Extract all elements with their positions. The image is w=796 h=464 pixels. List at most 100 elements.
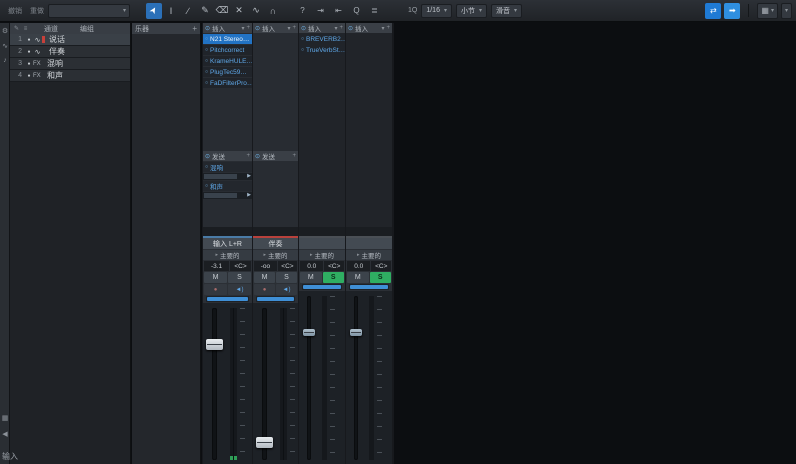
add-send-button[interactable]: + <box>246 153 250 159</box>
monitor-button[interactable]: ◄) <box>228 284 251 295</box>
channel-name[interactable]: 伴奏 <box>253 238 298 249</box>
output-assignment[interactable]: ▸ 主要的 <box>299 250 345 260</box>
autoscroll-button[interactable]: ⇥ <box>313 3 328 18</box>
range-tool-button[interactable]: I <box>163 3 179 19</box>
gain-readout[interactable]: -oo <box>254 261 277 271</box>
track-name[interactable]: 和声 <box>47 70 63 81</box>
mute-button[interactable]: M <box>300 272 322 283</box>
quantize-toggle-button[interactable]: Q <box>349 3 364 18</box>
input-section-tab[interactable]: 输入 <box>2 451 18 462</box>
grid-mode-dropdown[interactable]: 小节 ▾ <box>455 3 487 18</box>
mute-button[interactable]: M <box>347 272 369 283</box>
solo-button[interactable]: S <box>276 272 297 283</box>
pencil-tool-button[interactable]: ✎ <box>197 3 213 19</box>
track-name[interactable]: 伴奏 <box>49 46 65 57</box>
solo-button[interactable]: S <box>228 272 251 283</box>
macro-dropdown[interactable]: ▾ <box>48 3 130 18</box>
send-slot[interactable]: ○ 混响 <box>203 162 252 172</box>
power-icon[interactable]: ○ <box>205 47 208 53</box>
audio-rail-button[interactable]: ∿ <box>0 42 10 50</box>
collapse-rail-button[interactable]: ◀ <box>0 430 10 438</box>
track-row[interactable]: 4 ● FX 和声 <box>10 70 130 82</box>
mute-button[interactable]: M <box>204 272 227 283</box>
chevron-down-icon[interactable]: ▾ <box>287 25 290 32</box>
fader-handle[interactable] <box>303 329 315 336</box>
gain-readout[interactable]: -3.1 <box>204 261 230 271</box>
fader-handle[interactable] <box>350 329 362 336</box>
power-icon[interactable]: ○ <box>205 183 208 189</box>
solo-button[interactable]: S <box>322 272 344 283</box>
channel-name[interactable]: 输入 L+R <box>203 238 252 249</box>
send-prepost-icon[interactable]: ▶ <box>247 192 251 198</box>
output-assignment[interactable]: ▸ 主要的 <box>346 250 392 260</box>
sends-header[interactable]: ⊙ 发送 + <box>203 151 252 161</box>
insert-slot[interactable]: ○ TrueVerbSt… <box>299 45 345 55</box>
pan-slider[interactable] <box>302 284 342 290</box>
fader-handle[interactable] <box>206 339 223 350</box>
power-icon[interactable]: ○ <box>205 36 208 42</box>
send-level-slider[interactable]: ▶ <box>203 173 252 180</box>
power-icon[interactable]: ○ <box>301 47 304 53</box>
pan-readout[interactable]: <C> <box>230 261 251 271</box>
fader-handle[interactable] <box>256 437 273 448</box>
sends-header[interactable]: ⊙ 发送 + <box>253 151 298 161</box>
inserts-header[interactable]: ⊙ 插入 ▾ + <box>346 23 392 33</box>
pan-slider[interactable] <box>349 284 389 290</box>
monitor-button[interactable]: ◄) <box>276 284 297 295</box>
pan-slider[interactable] <box>206 296 249 302</box>
return-to-start-button[interactable]: ⇤ <box>331 3 346 18</box>
add-insert-button[interactable]: + <box>292 25 296 31</box>
music-rail-button[interactable]: ♪ <box>0 57 10 64</box>
edit-icon[interactable]: ✎ <box>12 25 21 32</box>
track-name[interactable]: 说话 <box>49 34 65 45</box>
tools-rail-button[interactable]: ⚙ <box>0 27 10 35</box>
power-icon[interactable]: ○ <box>205 69 208 75</box>
insert-slot[interactable]: ○ KrameHULE… <box>203 56 252 66</box>
channel-name[interactable] <box>346 238 392 249</box>
swing-dropdown[interactable]: 滑音 ▾ <box>491 3 523 18</box>
redo-label[interactable]: 重做 <box>30 6 44 16</box>
eraser-tool-button[interactable]: ⌫ <box>214 3 230 19</box>
output-assignment[interactable]: ▸ 主要的 <box>253 250 298 260</box>
inserts-header[interactable]: ⊙ 插入 ▾ + <box>203 23 252 33</box>
gain-readout[interactable]: 0.0 <box>347 261 371 271</box>
chevron-down-icon[interactable]: ▾ <box>334 25 337 32</box>
io-swap-button[interactable]: ⇄ <box>705 2 722 19</box>
chevron-down-icon[interactable]: ▾ <box>241 25 244 32</box>
record-arm-button[interactable]: ● <box>204 284 227 295</box>
listen-tool-button[interactable]: ∩ <box>265 3 281 19</box>
mute-tool-button[interactable]: ✕ <box>231 3 247 19</box>
layout-grid-button[interactable]: ▦ ▾ <box>757 2 778 19</box>
pan-slider[interactable] <box>256 296 295 302</box>
power-icon[interactable]: ○ <box>205 164 208 170</box>
forward-button[interactable]: ➡ <box>724 2 741 19</box>
power-icon[interactable]: ○ <box>205 58 208 64</box>
add-instrument-button[interactable]: + <box>192 24 197 33</box>
inserts-header[interactable]: ⊙ 插入 ▾ + <box>253 23 298 33</box>
track-row[interactable]: 2 ● ∿ 伴奏 <box>10 46 130 58</box>
mute-button[interactable]: M <box>254 272 275 283</box>
fader-track[interactable] <box>307 296 311 460</box>
send-level-slider[interactable]: ▶ <box>203 192 252 199</box>
track-row[interactable]: 3 ● FX 混响 <box>10 58 130 70</box>
add-insert-button[interactable]: + <box>246 25 250 31</box>
banks-rail-button[interactable]: ▦ <box>0 414 10 422</box>
view-options-button[interactable]: ▾ <box>780 2 792 19</box>
track-row[interactable]: 1 ● ∿ 说话 <box>10 34 130 46</box>
fader-track[interactable] <box>212 308 217 460</box>
pan-readout[interactable]: <C> <box>277 261 297 271</box>
select-tool-button[interactable]: ➤ <box>146 2 162 19</box>
inserts-header[interactable]: ⊙ 插入 ▾ + <box>299 23 345 33</box>
list-icon[interactable]: ≡ <box>21 26 30 32</box>
bend-tool-button[interactable]: ∿ <box>248 3 264 19</box>
power-icon[interactable]: ○ <box>301 36 304 42</box>
pan-readout[interactable]: <C> <box>371 261 391 271</box>
fader-track[interactable] <box>354 296 358 460</box>
pan-readout[interactable]: <C> <box>324 261 344 271</box>
help-button[interactable]: ? <box>295 3 310 18</box>
channel-name[interactable] <box>299 238 345 249</box>
send-slot[interactable]: ○ 和声 <box>203 181 252 191</box>
record-arm-button[interactable]: ● <box>254 284 275 295</box>
insert-slot[interactable]: ○ Pitchcorrect <box>203 45 252 55</box>
gain-readout[interactable]: 0.0 <box>300 261 324 271</box>
